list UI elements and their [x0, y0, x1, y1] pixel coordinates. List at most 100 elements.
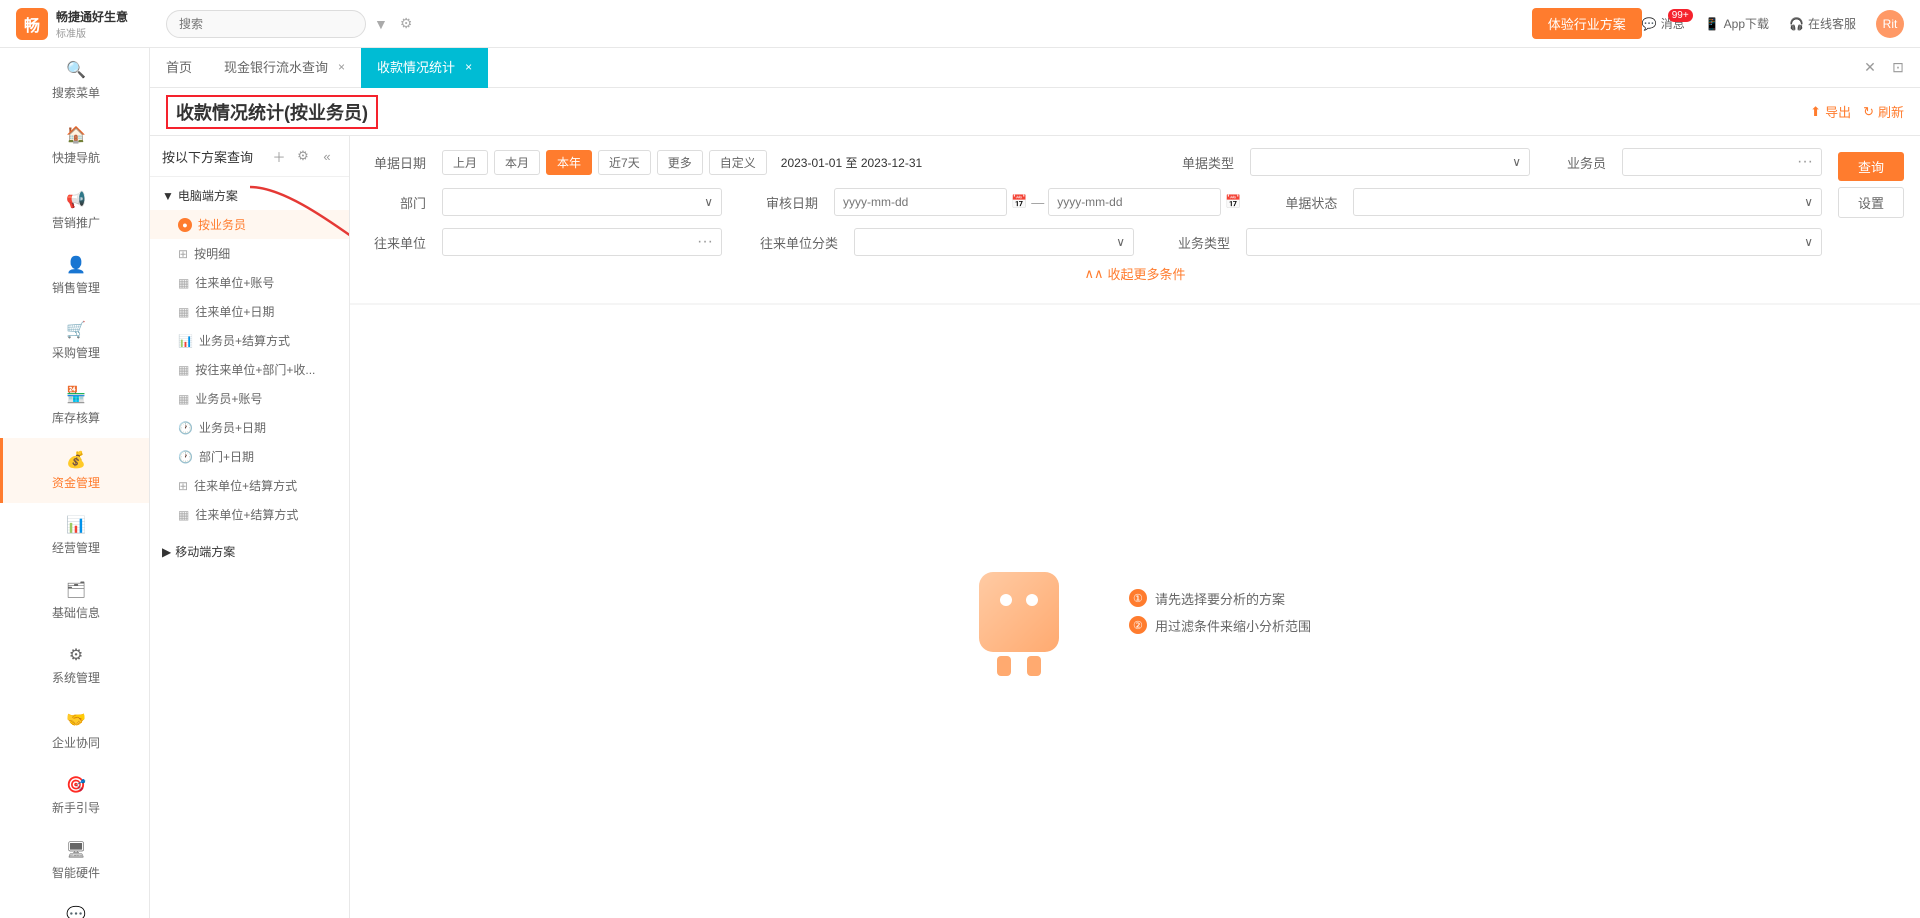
tree-item-by-detail[interactable]: ⊞ 按明细 [150, 239, 349, 268]
date-filter-control: 上月 本月 本年 近7天 更多 自定义 2023-01-01 至 2023-12… [442, 150, 1138, 175]
tree-item-by-partner-dept[interactable]: ▦ 按往来单位+部门+收... [150, 355, 349, 384]
tree-item-partner-method2[interactable]: ▦ 往来单位+结算方式 [150, 500, 349, 529]
calendar-start-icon[interactable]: 📅 [1011, 194, 1027, 210]
voucher-type-label: 单据类型 [1154, 153, 1234, 172]
query-button[interactable]: 查询 [1838, 152, 1904, 181]
date-btn-this-month[interactable]: 本月 [494, 150, 540, 175]
robot-eye-right [1026, 594, 1038, 606]
tree-item-partner-method[interactable]: ⊞ 往来单位+结算方式 [150, 471, 349, 500]
dropdown-icon[interactable]: ▼ [374, 16, 388, 32]
left-panel-header: 按以下方案查询 ＋ ⚙ « [150, 136, 349, 177]
date-btn-custom[interactable]: 自定义 [709, 150, 767, 175]
sidebar-item-label: 采购管理 [52, 344, 100, 361]
sidebar-item-search[interactable]: 🔍 搜索菜单 [0, 48, 149, 113]
logo-icon: 畅 [16, 8, 48, 40]
tree-item-salesperson-date[interactable]: 🕐 业务员+日期 [150, 413, 349, 442]
business-type-select[interactable]: ∨ [1246, 228, 1822, 256]
sidebar-item-shortcuts[interactable]: 🏠 快捷导航 [0, 113, 149, 178]
refresh-button[interactable]: ↻ 刷新 [1863, 102, 1904, 121]
tab-bank-close[interactable]: × [338, 61, 345, 73]
export-button[interactable]: ⬆ 导出 [1810, 102, 1851, 121]
sidebar-item-system[interactable]: ⚙ 系统管理 [0, 633, 149, 698]
tab-collection-close[interactable]: × [465, 61, 472, 73]
sidebar-item-hardware[interactable]: 🖥 智能硬件 [0, 828, 149, 893]
tree-item-salesperson-account[interactable]: ▦ 业务员+账号 [150, 384, 349, 413]
more-options-icon[interactable]: ··· [1797, 153, 1813, 171]
settings-button[interactable]: 设置 [1838, 187, 1904, 218]
tree-item-salesperson-method[interactable]: 📊 业务员+结算方式 [150, 326, 349, 355]
collapse-panel-btn[interactable]: « [317, 146, 337, 166]
sidebar-item-marketing[interactable]: 📢 营销推广 [0, 178, 149, 243]
date-btn-this-year[interactable]: 本年 [546, 150, 592, 175]
content-area: 首页 现金银行流水查询 × 收款情况统计 × ✕ ⊡ 收款情况统计(按业务员) … [150, 48, 1920, 918]
salesperson-select[interactable]: ··· [1622, 148, 1822, 176]
desktop-section-title[interactable]: ▼ 电脑端方案 [150, 181, 349, 210]
tree-item-dept-date[interactable]: 🕐 部门+日期 [150, 442, 349, 471]
sidebar-item-enterprise[interactable]: 🤝 企业协同 [0, 698, 149, 763]
robot-body [979, 572, 1059, 652]
dept-select[interactable]: ∨ [442, 188, 722, 216]
sidebar-item-basic[interactable]: 🗂 基础信息 [0, 568, 149, 633]
chart2-icon: 📊 [178, 334, 193, 348]
top-search-input[interactable] [166, 10, 366, 38]
tree-item-partner-date[interactable]: ▦ 往来单位+日期 [150, 297, 349, 326]
empty-state-content: ① 请先选择要分析的方案 ② 用过滤条件来缩小分析范围 [959, 542, 1311, 682]
bell-icon: 💬 [1642, 17, 1657, 31]
add-scheme-btn[interactable]: ＋ [269, 146, 289, 166]
tab-win-controls: ✕ ⊡ [1860, 58, 1920, 78]
tip-text-1: 请先选择要分析的方案 [1155, 589, 1285, 608]
page-actions: ⬆ 导出 ↻ 刷新 [1810, 102, 1904, 121]
robot-leg-left [997, 656, 1011, 676]
messages-button[interactable]: 💬 消息 99+ [1642, 15, 1685, 32]
collapse-btn[interactable]: ∧∧ 收起更多条件 [366, 256, 1904, 291]
review-date-end[interactable] [1048, 188, 1221, 216]
tree-item-by-salesperson[interactable]: ● 按业务员 [150, 210, 349, 239]
settings-icon[interactable]: ⚙ [400, 15, 413, 32]
sidebar-item-label: 智能硬件 [52, 864, 100, 881]
tab-collection[interactable]: 收款情况统计 × [361, 48, 488, 88]
date-btn-last-month[interactable]: 上月 [442, 150, 488, 175]
app-download-button[interactable]: 📱 App下载 [1705, 15, 1769, 32]
partner-classification-select[interactable]: ∨ [854, 228, 1134, 256]
tree-item-partner-account[interactable]: ▦ 往来单位+账号 [150, 268, 349, 297]
sidebar-item-inventory[interactable]: 🏪 库存核算 [0, 373, 149, 438]
partner-more-icon[interactable]: ··· [697, 233, 713, 251]
date-btn-7days[interactable]: 近7天 [598, 150, 651, 175]
grid2-icon: ⊞ [178, 479, 188, 493]
tab-home[interactable]: 首页 [150, 48, 208, 88]
calendar-end-icon[interactable]: 📅 [1225, 194, 1241, 210]
top-right-area: 💬 消息 99+ 📱 App下载 🎧 在线客服 Rit [1642, 10, 1904, 38]
voucher-status-label: 单据状态 [1257, 193, 1337, 212]
mobile-section-title[interactable]: ▶ 移动端方案 [150, 537, 349, 566]
empty-tip-1: ① 请先选择要分析的方案 [1129, 589, 1311, 608]
collapse-up-icon: ∧∧ [1084, 266, 1103, 282]
trial-button[interactable]: 体验行业方案 [1532, 8, 1642, 39]
empty-state-area: ① 请先选择要分析的方案 ② 用过滤条件来缩小分析范围 [350, 305, 1920, 918]
filter-area: 单据日期 上月 本月 本年 近7天 更多 自定义 2023-01-01 至 20… [350, 136, 1920, 303]
partner-label: 往来单位 [366, 233, 426, 252]
maximize-window-btn[interactable]: ⊡ [1888, 58, 1908, 78]
filter-row-dept: 部门 ∨ 审核日期 📅 — [366, 188, 1822, 216]
sidebar-item-sales[interactable]: 👤 销售管理 [0, 243, 149, 308]
sidebar-item-operation[interactable]: 📊 经营管理 [0, 503, 149, 568]
voucher-status-select[interactable]: ∨ [1353, 188, 1822, 216]
sidebar-item-purchase[interactable]: 🛒 采购管理 [0, 308, 149, 373]
review-date-start[interactable] [834, 188, 1007, 216]
partner-select[interactable]: ··· [442, 228, 722, 256]
voucher-type-select[interactable]: ∨ [1250, 148, 1530, 176]
online-service-button[interactable]: 🎧 在线客服 [1789, 15, 1856, 32]
close-window-btn[interactable]: ✕ [1860, 58, 1880, 78]
date-btn-more[interactable]: 更多 [657, 150, 703, 175]
sidebar-item-wechat[interactable]: 💬 企业微信 [0, 893, 149, 918]
panel-header-icons: ＋ ⚙ « [269, 146, 337, 166]
logo-text: 畅捷通好生意 [56, 8, 128, 25]
tip-number-1: ① [1129, 589, 1147, 607]
robot-eyes [979, 572, 1059, 606]
tab-bank[interactable]: 现金银行流水查询 × [208, 48, 361, 88]
settings-scheme-btn[interactable]: ⚙ [293, 146, 313, 166]
sidebar-item-newbie[interactable]: 🎯 新手引导 [0, 763, 149, 828]
grid-icon: ⊞ [178, 247, 188, 261]
sidebar-item-finance[interactable]: 💰 资金管理 [0, 438, 149, 503]
mobile-section: ▶ 移动端方案 [150, 533, 349, 570]
user-avatar[interactable]: Rit [1876, 10, 1904, 38]
